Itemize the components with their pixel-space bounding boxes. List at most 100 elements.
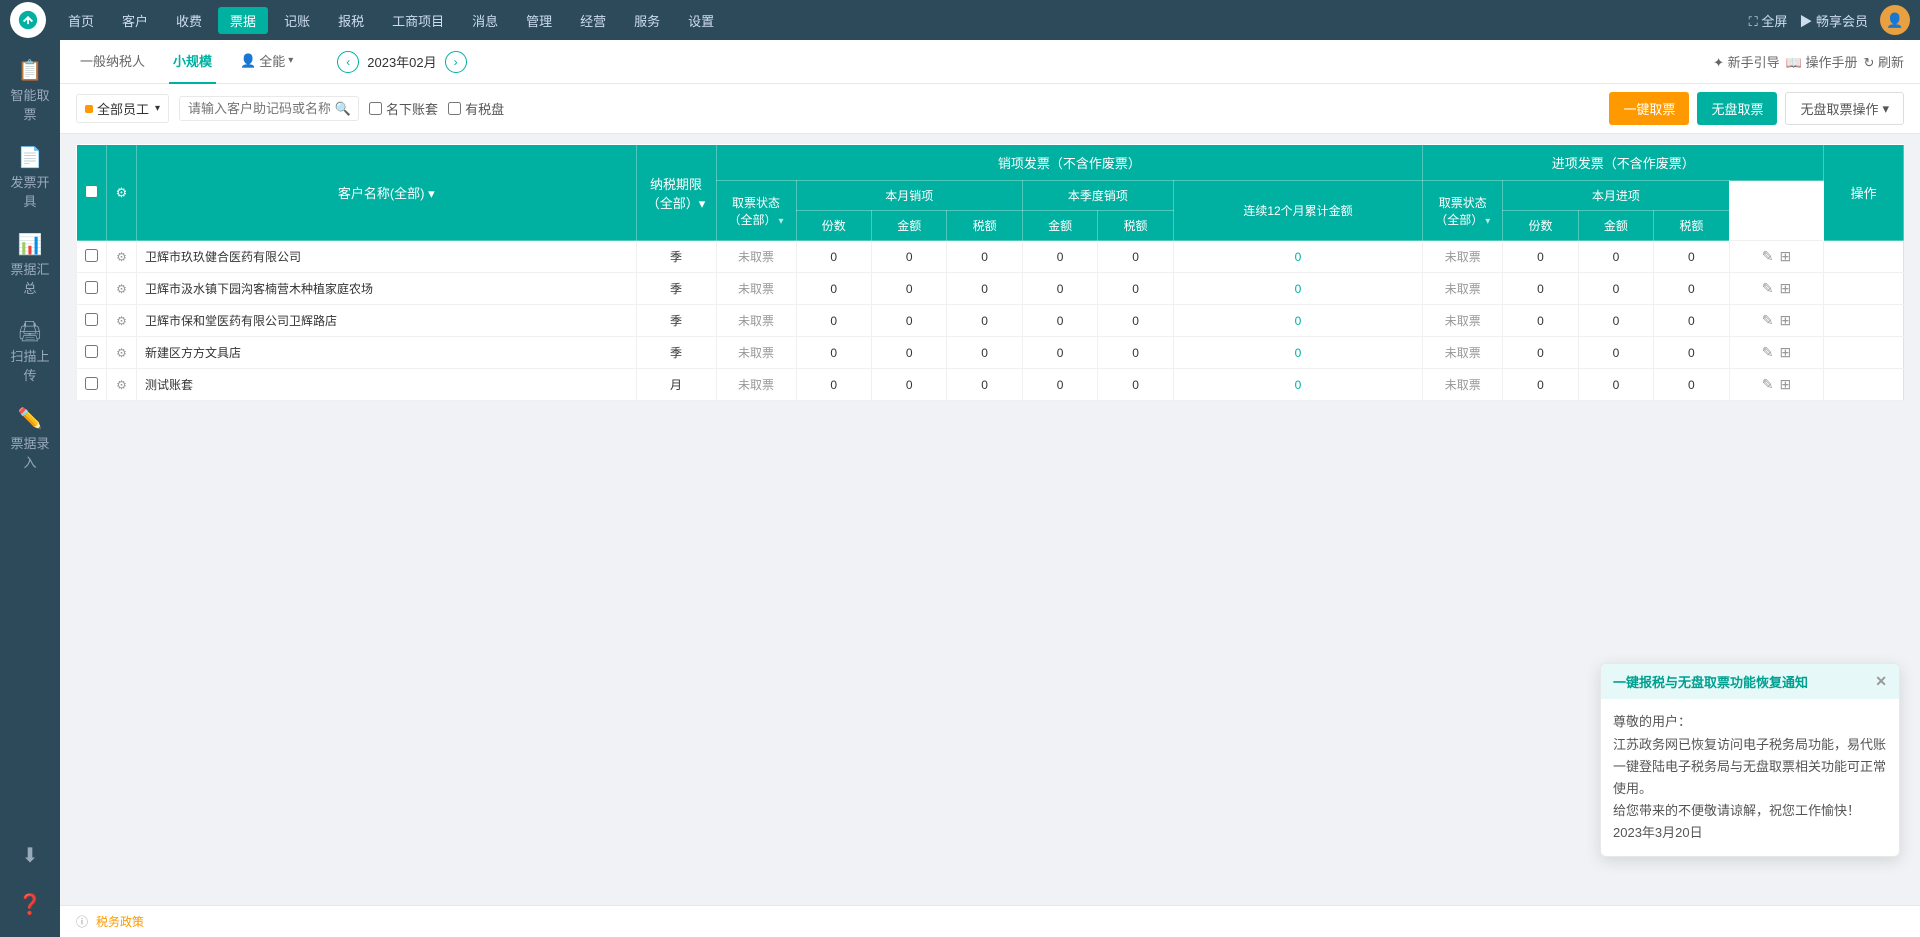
row-sales-month-tax-0: 0: [947, 241, 1022, 273]
nav-invoice[interactable]: 票据: [218, 7, 268, 34]
nav-home[interactable]: 首页: [56, 7, 106, 34]
row-settings-2[interactable]: ⚙: [107, 305, 137, 337]
member-btn[interactable]: ▶ 畅享会员: [1799, 11, 1868, 30]
row-checkbox-cell[interactable]: [77, 369, 107, 401]
smart-invoice-icon: 📋: [18, 58, 43, 83]
row-checkbox-2[interactable]: [85, 313, 98, 326]
th-sales-status: 取票状态（全部）▾: [716, 181, 796, 241]
row-settings-4[interactable]: ⚙: [107, 369, 137, 401]
guide-btn[interactable]: ✦ 新手引导: [1713, 52, 1780, 71]
edit-icon-1[interactable]: ✎: [1762, 280, 1774, 297]
search-icon[interactable]: 🔍: [335, 101, 351, 117]
row-checkbox-0[interactable]: [85, 249, 98, 262]
view-icon-1[interactable]: ⊞: [1779, 280, 1791, 297]
row-sales-status-1: 未取票: [716, 273, 796, 305]
nav-tax[interactable]: 报税: [326, 7, 376, 34]
invoice-entry-icon: ✏️: [18, 406, 43, 431]
refresh-btn[interactable]: ↻ 刷新: [1863, 52, 1904, 71]
nav-settings[interactable]: 设置: [676, 7, 726, 34]
nav-service[interactable]: 服务: [622, 7, 672, 34]
th-purchase-invoice: 进项发票（不含作废票）: [1423, 145, 1824, 181]
row-checkbox-cell[interactable]: [77, 273, 107, 305]
sidebar: 📋 智能取票 📄 发票开具 📊 票据汇总 🖨 扫描上传 ✏️ 票据录入 ⬇ ❓: [0, 40, 60, 937]
nav-business[interactable]: 工商项目: [380, 7, 456, 34]
sidebar-item-scan-upload[interactable]: 🖨 扫描上传: [4, 311, 56, 392]
diskless-operations-btn[interactable]: 无盘取票操作 ▾: [1785, 92, 1904, 125]
checkbox-my-accounts[interactable]: 名下账套: [369, 99, 438, 118]
fullscreen-btn[interactable]: ⛶ 全屏: [1749, 11, 1788, 30]
row-sales-12m-2[interactable]: 0: [1173, 305, 1422, 337]
next-month-btn[interactable]: ›: [445, 51, 467, 73]
edit-icon-0[interactable]: ✎: [1762, 248, 1774, 265]
th-sales-month-amount: 金额: [871, 211, 946, 241]
checkbox-has-tax-panel[interactable]: 有税盘: [448, 99, 504, 118]
one-click-fetch-btn[interactable]: 一键取票: [1609, 92, 1689, 125]
row-sales-status-3: 未取票: [716, 337, 796, 369]
nav-operation[interactable]: 经营: [568, 7, 618, 34]
filter-dot: [85, 105, 93, 113]
sidebar-item-help[interactable]: ❓: [4, 884, 56, 927]
view-icon-0[interactable]: ⊞: [1779, 248, 1791, 265]
row-purchase-month-tax-4: 0: [1654, 369, 1729, 401]
view-icon-3[interactable]: ⊞: [1779, 344, 1791, 361]
sales-status-filter-icon[interactable]: ▾: [779, 216, 784, 227]
customer-filter-icon[interactable]: ▾: [428, 186, 435, 201]
tab-right-actions: ✦ 新手引导 📖 操作手册 ↻ 刷新: [1713, 52, 1904, 71]
manual-btn[interactable]: 📖 操作手册: [1786, 52, 1858, 71]
sidebar-item-invoice-entry[interactable]: ✏️ 票据录入: [4, 398, 56, 479]
tax-period-filter-icon[interactable]: ▾: [699, 196, 706, 211]
top-right-actions: ⛶ 全屏 ▶ 畅享会员 👤: [1749, 5, 1910, 35]
row-settings-0[interactable]: ⚙: [107, 241, 137, 273]
row-settings-1[interactable]: ⚙: [107, 273, 137, 305]
logo[interactable]: [10, 2, 46, 38]
row-purchase-status-2: 未取票: [1423, 305, 1503, 337]
edit-icon-3[interactable]: ✎: [1762, 344, 1774, 361]
row-checkbox-1[interactable]: [85, 281, 98, 294]
tax-policy-link[interactable]: 税务政策: [96, 913, 144, 930]
scan-upload-icon: 🖨: [17, 319, 42, 344]
row-checkbox-cell[interactable]: [77, 241, 107, 273]
employee-filter[interactable]: 全部员工 ▾: [76, 94, 169, 123]
select-all-checkbox[interactable]: [85, 185, 98, 198]
tab-full-featured[interactable]: 👤 全能 ▾: [236, 39, 297, 84]
row-settings-3[interactable]: ⚙: [107, 337, 137, 369]
nav-message[interactable]: 消息: [460, 7, 510, 34]
th-customer: 客户名称(全部) ▾: [137, 145, 637, 241]
row-purchase-month-tax-0: 0: [1654, 241, 1729, 273]
nav-bookkeeping[interactable]: 记账: [272, 7, 322, 34]
row-sales-12m-1[interactable]: 0: [1173, 273, 1422, 305]
sidebar-item-invoice-summary[interactable]: 📊 票据汇总: [4, 224, 56, 305]
sidebar-item-smart-invoice[interactable]: 📋 智能取票: [4, 50, 56, 131]
row-checkbox-4[interactable]: [85, 377, 98, 390]
row-action-2: ✎ ⊞: [1729, 305, 1824, 337]
row-purchase-status-0: 未取票: [1423, 241, 1503, 273]
tab-small-scale[interactable]: 小规模: [169, 39, 216, 84]
sidebar-item-issue-invoice[interactable]: 📄 发票开具: [4, 137, 56, 218]
has-tax-panel-checkbox[interactable]: [448, 102, 461, 115]
row-sales-12m-3[interactable]: 0: [1173, 337, 1422, 369]
view-icon-4[interactable]: ⊞: [1779, 376, 1791, 393]
search-input[interactable]: [179, 96, 359, 121]
nav-billing[interactable]: 收费: [164, 7, 214, 34]
edit-icon-4[interactable]: ✎: [1762, 376, 1774, 393]
dropdown-arrow-icon: ▾: [1882, 101, 1889, 117]
view-icon-2[interactable]: ⊞: [1779, 312, 1791, 329]
row-sales-12m-4[interactable]: 0: [1173, 369, 1422, 401]
diskless-fetch-btn[interactable]: 无盘取票: [1697, 92, 1777, 125]
nav-management[interactable]: 管理: [514, 7, 564, 34]
row-checkbox-3[interactable]: [85, 345, 98, 358]
my-accounts-checkbox[interactable]: [369, 102, 382, 115]
sidebar-item-download[interactable]: ⬇: [4, 835, 56, 878]
popup-close-btn[interactable]: ✕: [1875, 673, 1887, 690]
nav-customer[interactable]: 客户: [110, 7, 160, 34]
row-checkbox-cell[interactable]: [77, 337, 107, 369]
purchase-status-filter-icon[interactable]: ▾: [1485, 216, 1490, 227]
row-checkbox-cell[interactable]: [77, 305, 107, 337]
avatar[interactable]: 👤: [1880, 5, 1910, 35]
prev-month-btn[interactable]: ‹: [337, 51, 359, 73]
row-sales-12m-0[interactable]: 0: [1173, 241, 1422, 273]
tab-general-taxpayer[interactable]: 一般纳税人: [76, 39, 149, 84]
nav-menu: 首页 客户 收费 票据 记账 报税 工商项目 消息 管理 经营 服务 设置: [56, 7, 1749, 34]
edit-icon-2[interactable]: ✎: [1762, 312, 1774, 329]
download-icon: ⬇: [22, 843, 39, 868]
